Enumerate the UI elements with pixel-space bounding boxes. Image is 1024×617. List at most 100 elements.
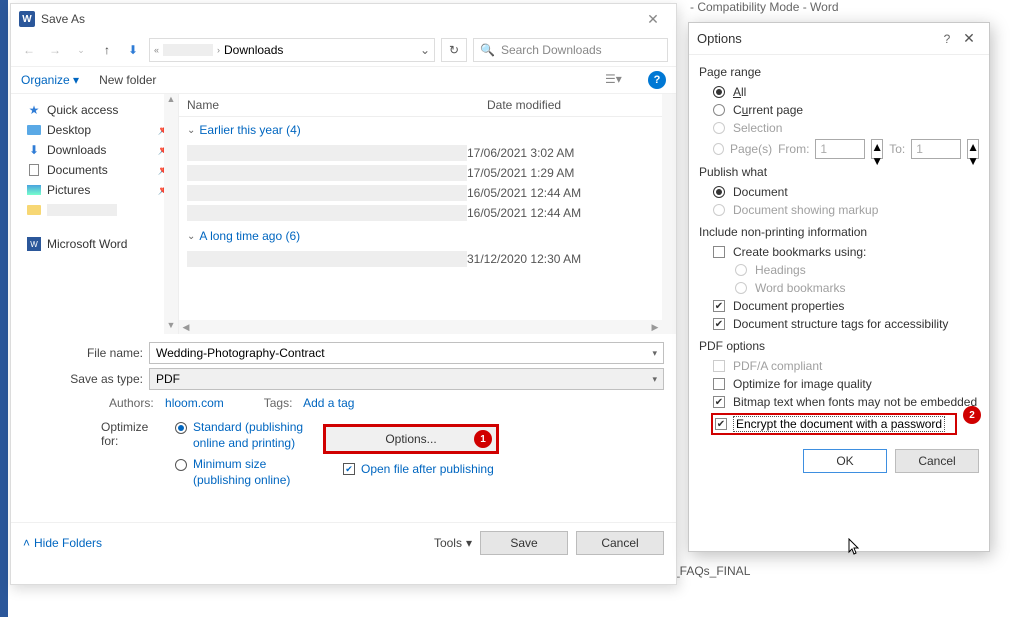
- section-page-range: Page range: [699, 65, 979, 79]
- cursor-icon: [848, 538, 862, 556]
- file-row[interactable]: 17/05/2021 1:29 AM: [179, 163, 676, 183]
- new-folder-button[interactable]: New folder: [99, 73, 156, 87]
- radio-current-page[interactable]: Current page: [699, 101, 979, 119]
- nav-word[interactable]: W Microsoft Word: [13, 234, 176, 254]
- radio-pages-label: Page(s): [730, 142, 772, 156]
- options-dialog: Options ? ✕ Page range All Current page …: [688, 22, 990, 552]
- group-longtime[interactable]: A long time ago (6): [179, 223, 676, 249]
- checkbox-icon: ✔: [343, 463, 355, 475]
- file-row[interactable]: 16/05/2021 12:44 AM: [179, 203, 676, 223]
- options-title: Options: [697, 31, 937, 46]
- ok-button[interactable]: OK: [803, 449, 887, 473]
- from-label: From:: [778, 142, 809, 156]
- nav-desktop[interactable]: Desktop📌: [13, 120, 176, 140]
- checkbox-icon: ✔: [713, 396, 725, 408]
- checkbox-icon: ✔: [715, 418, 727, 430]
- blurred-path: [163, 44, 213, 56]
- open-after-publish-checkbox[interactable]: ✔ Open file after publishing: [323, 462, 499, 476]
- word-titlebar: - Compatibility Mode - Word: [690, 0, 839, 14]
- refresh-icon[interactable]: ↻: [441, 38, 467, 62]
- nav-scrollbar[interactable]: ▲▼: [164, 94, 178, 334]
- check-structtags[interactable]: ✔ Document structure tags for accessibil…: [699, 315, 979, 333]
- behind-filename: _FAQs_FINAL: [673, 564, 750, 578]
- tools-menu[interactable]: Tools ▾: [434, 536, 472, 550]
- close-icon[interactable]: ✕: [957, 30, 981, 47]
- checkbox-icon: [713, 378, 725, 390]
- filename-label: File name:: [23, 346, 143, 360]
- col-modified[interactable]: Date modified: [487, 98, 561, 112]
- h-scrollbar[interactable]: ◀▶: [179, 320, 662, 334]
- nav-pictures[interactable]: Pictures📌: [13, 180, 176, 200]
- nav-blurred[interactable]: [13, 200, 176, 220]
- close-icon[interactable]: ✕: [638, 9, 668, 29]
- authors-value[interactable]: hloom.com: [165, 396, 224, 410]
- address-dropdown-icon[interactable]: ⌄: [420, 43, 430, 57]
- help-icon[interactable]: ?: [937, 32, 957, 46]
- star-icon: ★: [27, 103, 41, 117]
- chevron-down-icon[interactable]: ⌄: [71, 40, 91, 60]
- forward-icon[interactable]: →: [45, 40, 65, 60]
- dialog-title: Save As: [41, 12, 638, 26]
- section-pdf-options: PDF options: [699, 339, 979, 353]
- radio-icon: [175, 459, 187, 471]
- checkbox-icon: ✔: [713, 300, 725, 312]
- search-input[interactable]: 🔍 Search Downloads: [473, 38, 668, 62]
- radio-icon: [735, 282, 747, 294]
- radio-markup: Document showing markup: [699, 201, 979, 219]
- radio-icon: [713, 204, 725, 216]
- radio-icon: [713, 122, 725, 134]
- view-mode-icon[interactable]: ☰▾: [604, 71, 628, 89]
- col-name[interactable]: Name: [187, 98, 487, 112]
- to-label: To:: [889, 142, 905, 156]
- saveastype-label: Save as type:: [23, 372, 143, 386]
- filename-input[interactable]: Wedding-Photography-Contract▾: [149, 342, 664, 364]
- check-docprops[interactable]: ✔ Document properties: [699, 297, 979, 315]
- breadcrumb-sep: «: [154, 45, 159, 55]
- hide-folders-button[interactable]: ˄ Hide Folders: [23, 536, 102, 550]
- tags-value[interactable]: Add a tag: [303, 396, 354, 410]
- help-icon[interactable]: ?: [648, 71, 666, 89]
- check-imgq[interactable]: Optimize for image quality: [699, 375, 979, 393]
- word-icon: W: [27, 237, 41, 251]
- word-icon: W: [19, 11, 35, 27]
- nav-quick-access[interactable]: ★ Quick access: [13, 100, 176, 120]
- up-icon[interactable]: ↑: [97, 40, 117, 60]
- cancel-button[interactable]: Cancel: [895, 449, 979, 473]
- radio-icon: [713, 186, 725, 198]
- check-pdfa: PDF/A compliant: [699, 357, 979, 375]
- radio-icon: [713, 104, 725, 116]
- download-arrow-icon: ⬇: [123, 40, 143, 60]
- breadcrumb-folder[interactable]: Downloads: [224, 43, 283, 57]
- save-button[interactable]: Save: [480, 531, 568, 555]
- nav-downloads[interactable]: Downloads📌: [13, 140, 176, 160]
- organize-menu[interactable]: Organize ▾: [21, 73, 79, 87]
- saveastype-input[interactable]: PDF▾: [149, 368, 664, 390]
- options-button[interactable]: Options... 1: [323, 424, 499, 454]
- callout-1: 1: [474, 430, 492, 448]
- check-bookmarks[interactable]: Create bookmarks using:: [699, 243, 979, 261]
- document-icon: [27, 163, 41, 177]
- nav-documents[interactable]: Documents📌: [13, 160, 176, 180]
- optimize-minimum[interactable]: Minimum size (publishing online): [175, 457, 323, 488]
- radio-document[interactable]: Document: [699, 183, 979, 201]
- file-row[interactable]: 16/05/2021 12:44 AM: [179, 183, 676, 203]
- checkbox-icon: [713, 360, 725, 372]
- v-scrollbar[interactable]: [662, 94, 676, 334]
- check-bitmap[interactable]: ✔ Bitmap text when fonts may not be embe…: [699, 393, 979, 411]
- file-row[interactable]: 31/12/2020 12:30 AM: [179, 249, 676, 269]
- radio-icon: [735, 264, 747, 276]
- chevron-right-icon: ›: [217, 45, 220, 55]
- cancel-button[interactable]: Cancel: [576, 531, 664, 555]
- address-bar[interactable]: « › Downloads ⌄: [149, 38, 435, 62]
- chevron-up-icon: ˄: [23, 536, 30, 550]
- from-input: 1: [815, 139, 865, 159]
- download-icon: [27, 143, 41, 157]
- radio-all[interactable]: All: [699, 83, 979, 101]
- to-input: 1: [911, 139, 961, 159]
- back-icon[interactable]: ←: [19, 40, 39, 60]
- radio-wordbm: Word bookmarks: [699, 279, 979, 297]
- file-row[interactable]: 17/06/2021 3:02 AM: [179, 143, 676, 163]
- check-encrypt[interactable]: ✔ Encrypt the document with a password 2: [711, 413, 957, 435]
- optimize-standard[interactable]: Standard (publishing online and printing…: [175, 420, 323, 451]
- group-earlier[interactable]: Earlier this year (4): [179, 117, 676, 143]
